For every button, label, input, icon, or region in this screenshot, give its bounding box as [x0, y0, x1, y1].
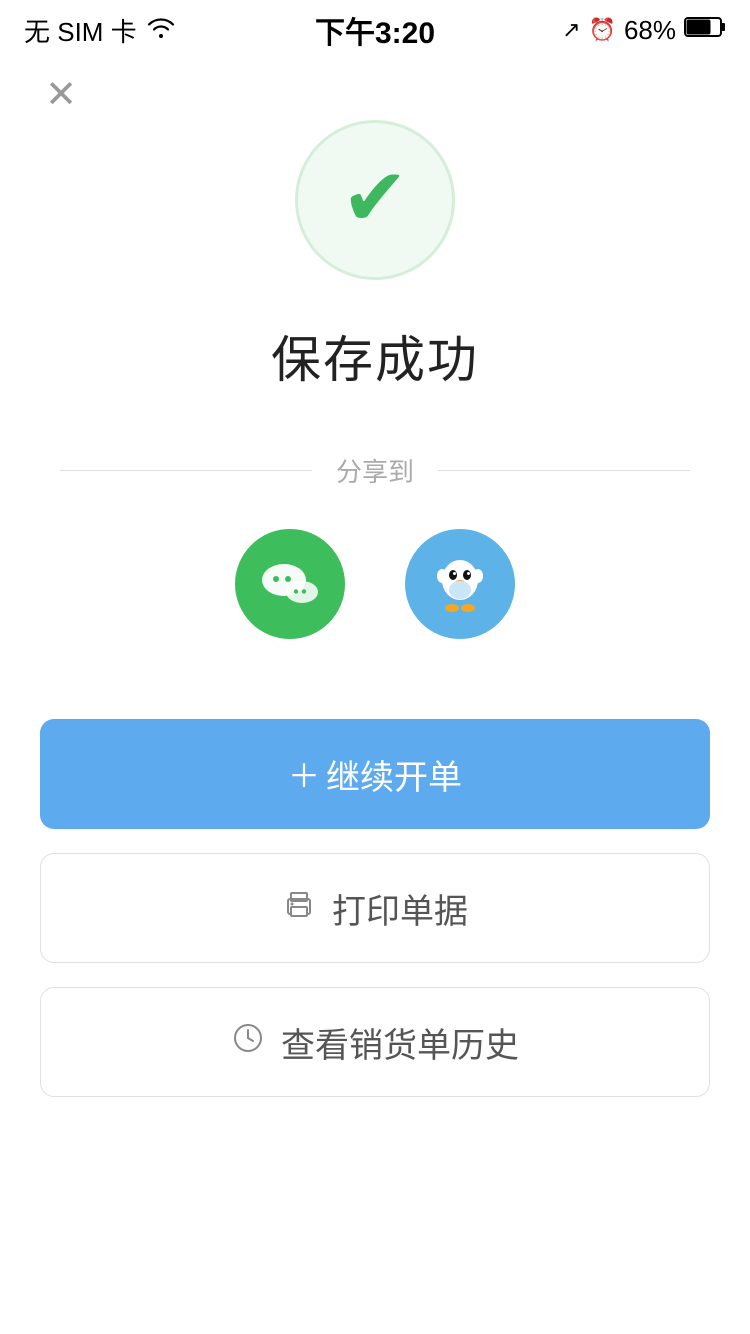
- plus-icon: ＋: [288, 751, 320, 797]
- continue-label: 继续开单: [326, 750, 462, 799]
- no-sim-label: 无 SIM 卡: [24, 12, 137, 49]
- share-label: 分享到: [312, 452, 438, 489]
- success-circle: ✔: [295, 120, 455, 280]
- history-button[interactable]: 查看销货单历史: [40, 987, 710, 1097]
- status-time: 下午3:20: [315, 8, 435, 52]
- divider-line-left: [60, 470, 312, 471]
- alarm-icon: ⏰: [589, 17, 616, 43]
- status-bar: 无 SIM 卡 下午3:20 ↗ ⏰ 68%: [0, 0, 750, 60]
- close-icon: ✕: [45, 76, 77, 114]
- history-label: 查看销货单历史: [281, 1018, 519, 1067]
- location-icon: ↗: [562, 17, 580, 43]
- share-icons-row: [235, 529, 515, 639]
- status-left: 无 SIM 卡: [24, 12, 175, 49]
- print-label: 打印单据: [332, 884, 468, 933]
- main-content: ✔ 保存成功 分享到: [0, 60, 750, 1334]
- battery-icon: [684, 16, 726, 45]
- battery-percent: 68%: [624, 15, 676, 46]
- wechat-share-button[interactable]: [235, 529, 345, 639]
- divider-line-right: [438, 470, 690, 471]
- qq-share-button[interactable]: [405, 529, 515, 639]
- share-divider: 分享到: [0, 452, 750, 489]
- status-right: ↗ ⏰ 68%: [562, 15, 726, 46]
- print-icon: [282, 887, 316, 929]
- wechat-icon: [258, 556, 322, 612]
- qq-icon: [432, 554, 488, 614]
- wifi-icon: [147, 16, 175, 44]
- close-button[interactable]: ✕: [36, 70, 86, 120]
- checkmark-icon: ✔: [341, 158, 408, 238]
- print-button[interactable]: 打印单据: [40, 853, 710, 963]
- action-buttons: ＋ 继续开单 打印单据 查看销货单历史: [0, 719, 750, 1097]
- continue-button[interactable]: ＋ 继续开单: [40, 719, 710, 829]
- history-icon: [231, 1021, 265, 1063]
- success-title: 保存成功: [271, 320, 479, 392]
